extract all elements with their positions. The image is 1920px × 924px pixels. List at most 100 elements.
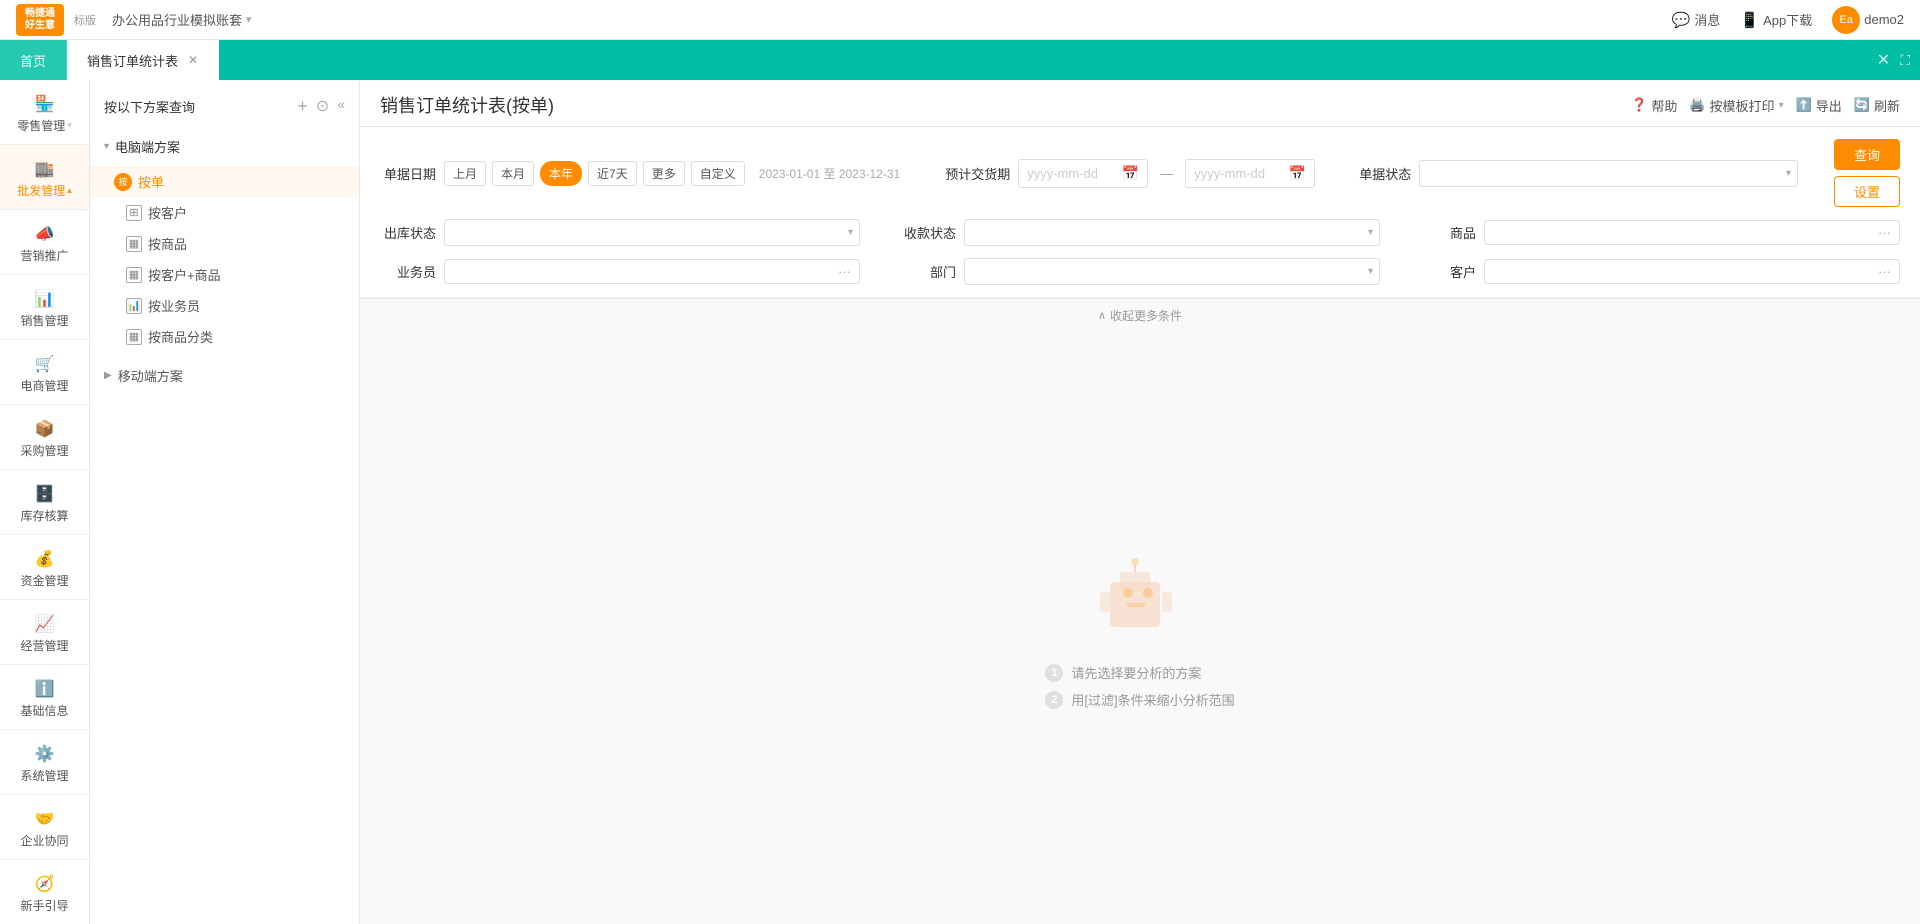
- sidebar-item-inventory[interactable]: 🗄️ 库存核算: [0, 470, 89, 535]
- settings-button[interactable]: 设置: [1834, 176, 1900, 207]
- tab-bar: 首页 销售订单统计表 ✕ ✕ ⛶: [0, 40, 1920, 80]
- sidebar-item-sales[interactable]: 📊 销售管理: [0, 275, 89, 340]
- date-btn-7days[interactable]: 近7天: [588, 161, 637, 186]
- app-title-dropdown[interactable]: 办公用品行业模拟账套 ▾: [104, 10, 252, 29]
- date-dash: —: [1160, 166, 1173, 181]
- download-label: App下载: [1763, 10, 1812, 29]
- add-solution-icon[interactable]: +: [297, 96, 308, 117]
- customer-more-icon[interactable]: ···: [1878, 264, 1891, 279]
- delivery-select-wrap: ▾: [444, 219, 860, 246]
- sidebar-item-basic[interactable]: ℹ️ 基础信息: [0, 665, 89, 730]
- template-print-btn[interactable]: 🖨️ 按模板打印 ▾: [1689, 96, 1783, 115]
- sidebar-item-system[interactable]: ⚙️ 系统管理: [0, 730, 89, 795]
- page-header: 销售订单统计表(按单) ❓ 帮助 🖨️ 按模板打印 ▾ ⬆️ 导出: [360, 80, 1920, 127]
- sales-label: 销售管理: [20, 312, 68, 329]
- date-btn-this-year[interactable]: 本年: [540, 161, 582, 186]
- customer-label: 客户: [1420, 262, 1476, 281]
- help-btn[interactable]: ❓ 帮助: [1631, 96, 1677, 115]
- system-icon: ⚙️: [35, 744, 55, 764]
- date-btn-last-month[interactable]: 上月: [444, 161, 486, 186]
- tab-minimize-icon[interactable]: ✕: [1877, 50, 1890, 70]
- tab-sales-stat[interactable]: 销售订单统计表 ✕: [67, 40, 219, 80]
- tab-home[interactable]: 首页: [0, 40, 67, 80]
- marketing-label: 营销推广: [20, 247, 68, 264]
- collapse-panel-icon[interactable]: «: [337, 96, 345, 117]
- basic-label: 基础信息: [20, 702, 68, 719]
- message-label: 消息: [1694, 10, 1720, 29]
- sidebar-item-enterprise[interactable]: 🤝 企业协同: [0, 795, 89, 860]
- main-layout: 🏪 零售管理 ▾ 🏬 批发管理 ▴ 📣 营销推广 📊 销售管理 🛒 电商管理 📦: [0, 80, 1920, 924]
- salesman-more-icon[interactable]: ···: [838, 264, 851, 279]
- salesman-input[interactable]: [453, 264, 838, 279]
- query-button[interactable]: 查询: [1834, 139, 1900, 170]
- help-label: 帮助: [1651, 96, 1677, 115]
- solution-item-by-goods[interactable]: ▦ 按商品: [90, 228, 359, 259]
- export-btn[interactable]: ⬆️ 导出: [1796, 96, 1842, 115]
- refresh-btn[interactable]: 🔄 刷新: [1854, 96, 1900, 115]
- date-btn-this-month[interactable]: 本月: [492, 161, 534, 186]
- expected-date-label: 预计交货期: [940, 164, 1010, 183]
- message-icon: 💬: [1672, 11, 1691, 29]
- by-goods-label: 按商品: [148, 234, 187, 253]
- dept-select[interactable]: [964, 258, 1380, 285]
- sidebar-item-finance[interactable]: 💰 资金管理: [0, 535, 89, 600]
- dropdown-arrow-icon[interactable]: ▾: [246, 13, 252, 26]
- sidebar-item-retail[interactable]: 🏪 零售管理 ▾: [0, 80, 89, 145]
- settings-solution-icon[interactable]: ⊙: [316, 96, 329, 117]
- print-arrow-icon: ▾: [1779, 100, 1784, 111]
- date-btn-custom[interactable]: 自定义: [691, 161, 745, 186]
- mobile-arrow-icon: ▶: [104, 370, 112, 381]
- mobile-section-label: 移动端方案: [118, 366, 183, 385]
- ecommerce-label: 电商管理: [20, 377, 68, 394]
- payment-select[interactable]: [964, 219, 1380, 246]
- help-icon: ❓: [1631, 97, 1647, 113]
- username: demo2: [1864, 12, 1904, 27]
- empty-state: 1 请先选择要分析的方案 2 用[过滤]条件来缩小分析范围: [360, 332, 1920, 924]
- salesman-label: 业务员: [380, 262, 436, 281]
- sales-icon: 📊: [35, 289, 55, 309]
- date-from-input[interactable]: yyyy-mm-dd 📅: [1018, 159, 1148, 188]
- cal-from-icon: 📅: [1122, 165, 1139, 182]
- customer-input[interactable]: [1493, 264, 1878, 279]
- sidebar-item-marketing[interactable]: 📣 营销推广: [0, 210, 89, 275]
- collapse-bar[interactable]: ∧ 收起更多条件: [360, 298, 1920, 332]
- sidebar-item-ecommerce[interactable]: 🛒 电商管理: [0, 340, 89, 405]
- tip-num-1: 1: [1045, 664, 1063, 682]
- goods-more-icon[interactable]: ···: [1878, 225, 1891, 240]
- top-bar: 畅捷通好生意 标版 办公用品行业模拟账套 ▾ 💬 消息 📱 App下载 Ea d…: [0, 0, 1920, 40]
- status-select[interactable]: [1419, 160, 1798, 187]
- sidebar-item-purchase[interactable]: 📦 采购管理: [0, 405, 89, 470]
- empty-tips: 1 请先选择要分析的方案 2 用[过滤]条件来缩小分析范围: [1045, 663, 1234, 709]
- status-select-wrap: ▾: [1419, 160, 1798, 187]
- date-to-input[interactable]: yyyy-mm-dd 📅: [1185, 159, 1315, 188]
- mobile-section[interactable]: ▶ 移动端方案: [90, 360, 359, 391]
- solution-item-by-order[interactable]: 按 按单: [90, 166, 359, 197]
- solution-item-by-salesman[interactable]: 📊 按业务员: [90, 290, 359, 321]
- delivery-select[interactable]: [444, 219, 860, 246]
- goods-input[interactable]: [1493, 225, 1878, 240]
- status-label: 单据状态: [1355, 164, 1411, 183]
- sidebar-item-guide[interactable]: 🧭 新手引导: [0, 860, 89, 924]
- collapse-text: ∧ 收起更多条件: [1098, 307, 1182, 324]
- tab-expand-icon[interactable]: ⛶: [1900, 52, 1910, 69]
- solution-group-pc-title[interactable]: ▾ 电脑端方案: [104, 133, 345, 160]
- user-btn[interactable]: Ea demo2: [1832, 6, 1904, 34]
- solution-item-by-category[interactable]: ▦ 按商品分类: [90, 321, 359, 352]
- tab-close-icon[interactable]: ✕: [188, 53, 198, 67]
- solution-item-by-customer-goods[interactable]: ▦ 按客户+商品: [90, 259, 359, 290]
- by-customer-icon: ⊞: [126, 205, 142, 221]
- collapse-label: 收起更多条件: [1110, 307, 1182, 324]
- delivery-label: 出库状态: [380, 223, 436, 242]
- download-btn[interactable]: 📱 App下载: [1740, 10, 1812, 29]
- filter-block-main: 单据日期 上月 本月 本年 近7天 更多 自定义 2023-01-01 至 20…: [360, 127, 1920, 298]
- date-label: 单据日期: [380, 164, 436, 183]
- sidebar-item-wholesale[interactable]: 🏬 批发管理 ▴: [0, 145, 89, 210]
- tip-num-2: 2: [1045, 691, 1063, 709]
- message-btn[interactable]: 💬 消息: [1672, 10, 1721, 29]
- date-btn-more[interactable]: 更多: [643, 161, 685, 186]
- solution-item-by-customer[interactable]: ⊞ 按客户: [90, 197, 359, 228]
- sidebar-item-operations[interactable]: 📈 经营管理: [0, 600, 89, 665]
- cal-to-icon: 📅: [1289, 165, 1306, 182]
- filter-row-1: 单据日期 上月 本月 本年 近7天 更多 自定义 2023-01-01 至 20…: [380, 139, 1900, 207]
- empty-tip-2: 2 用[过滤]条件来缩小分析范围: [1045, 690, 1234, 709]
